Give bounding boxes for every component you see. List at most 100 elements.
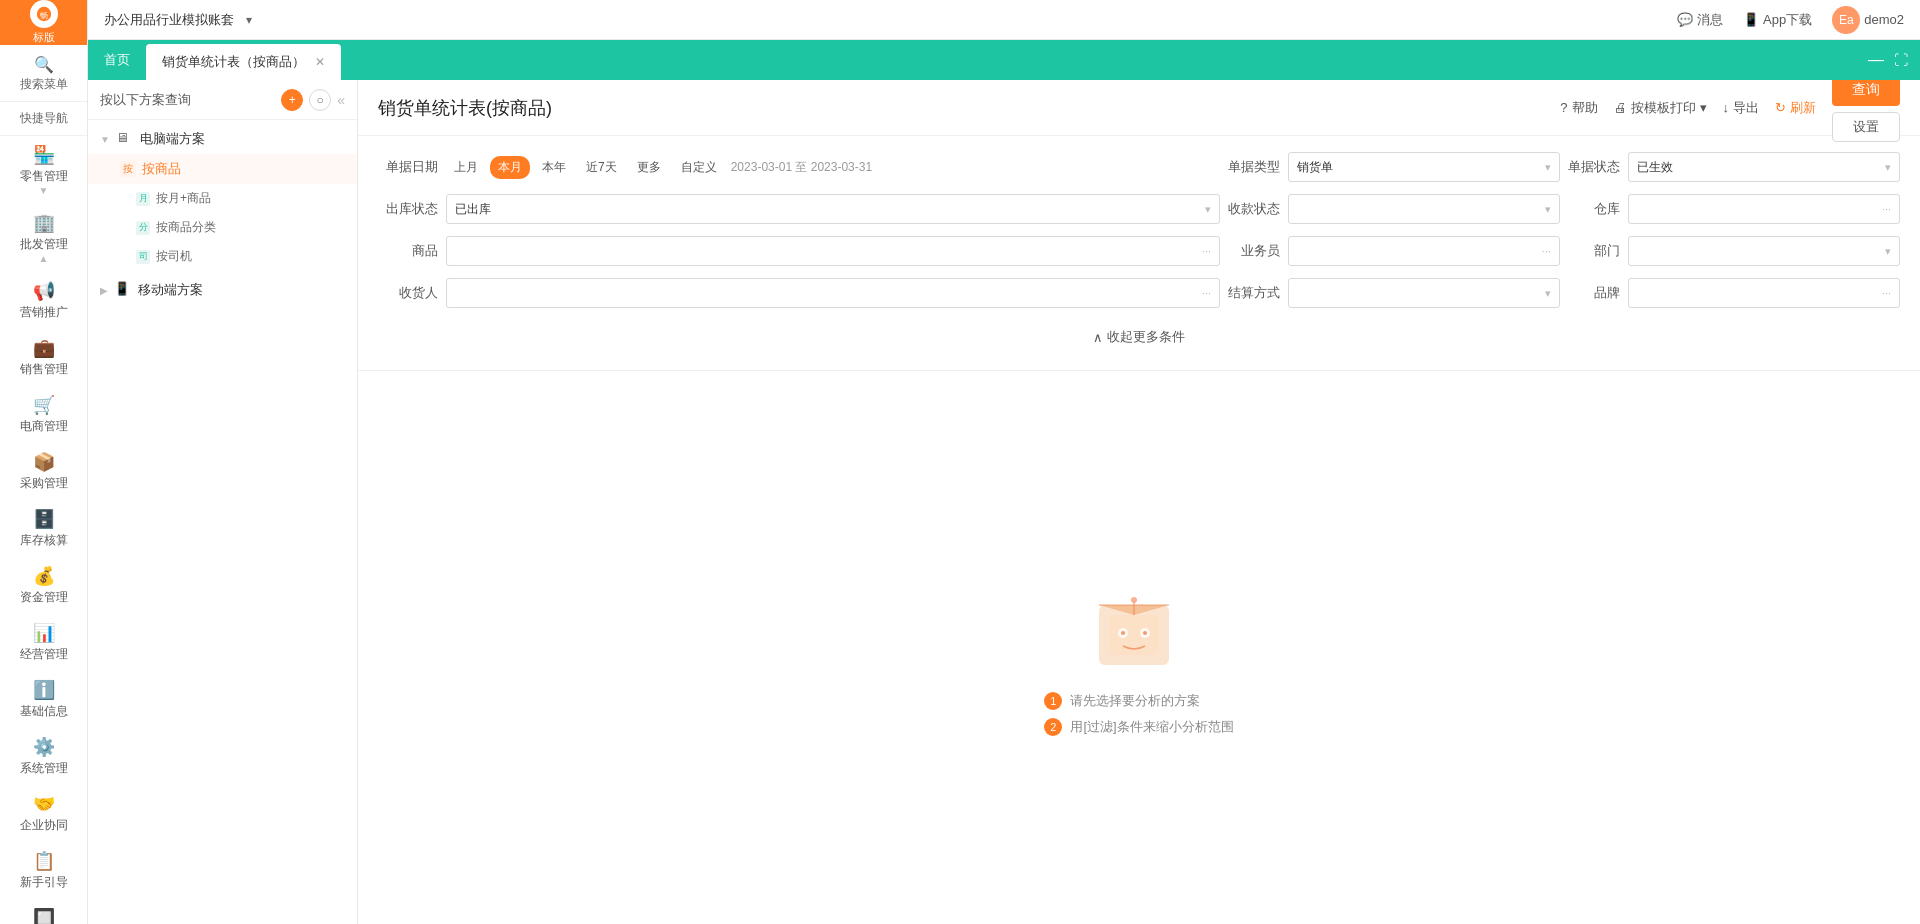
tab-home-label: 首页 (104, 51, 130, 69)
scheme-mobile-group[interactable]: ▶ 📱 移动端方案 (88, 275, 357, 305)
out-status-value: 已出库 (455, 201, 491, 218)
app-download-btn[interactable]: 📱 App下载 (1743, 11, 1812, 29)
help-btn[interactable]: ? 帮助 (1560, 99, 1597, 117)
help-icon: ? (1560, 100, 1567, 115)
sidebar-item-marketing[interactable]: 📢 营销推广 (0, 272, 87, 329)
sidebar-item-apps[interactable]: 🔲 应用中心 (0, 899, 87, 924)
scheme-item-goods-category[interactable]: 分 按商品分类 (88, 213, 357, 242)
refresh-btn[interactable]: ↻ 刷新 (1775, 99, 1816, 117)
empty-tips: 1 请先选择要分析的方案 2 用[过滤]条件来缩小分析范围 (1044, 692, 1233, 736)
brand-select[interactable]: ··· (1628, 278, 1900, 308)
scheme-computer-header[interactable]: ▼ 🖥 电脑端方案 (88, 124, 357, 154)
empty-state: 1 请先选择要分析的方案 2 用[过滤]条件来缩小分析范围 (358, 371, 1920, 924)
user-profile[interactable]: Ea demo2 (1832, 6, 1904, 34)
scheme-subitem-icon-3: 司 (136, 250, 150, 264)
receiver-field: 收货人 ··· (378, 278, 1220, 308)
sidebar-item-guide[interactable]: 📋 新手引导 (0, 842, 87, 899)
sidebar-item-system-label: 系统管理 (20, 760, 68, 777)
collapse-btn[interactable]: ∧ 收起更多条件 (378, 320, 1900, 354)
sidebar-item-ecommerce[interactable]: 🛒 电商管理 (0, 386, 87, 443)
empty-illustration (1079, 560, 1199, 680)
sidebar-item-finance[interactable]: 💰 资金管理 (0, 557, 87, 614)
refresh-icon: ↻ (1775, 100, 1786, 115)
out-status-label: 出库状态 (378, 200, 438, 218)
date-this-month[interactable]: 本月 (490, 156, 530, 179)
date-last-month[interactable]: 上月 (446, 156, 486, 179)
tab-sales-stats[interactable]: 销货单统计表（按商品） ✕ (146, 44, 341, 80)
page-title: 销货单统计表(按商品) (378, 96, 552, 120)
search-menu-label: 搜索菜单 (20, 76, 68, 93)
date-custom[interactable]: 自定义 (673, 156, 725, 179)
query-btn[interactable]: 查询 (1832, 80, 1900, 106)
quick-nav[interactable]: 快捷导航 (0, 102, 87, 136)
dept-select[interactable]: ▾ (1628, 236, 1900, 266)
search-menu[interactable]: 🔍 搜索菜单 (0, 45, 87, 102)
svg-point-10 (1131, 597, 1137, 603)
doc-status-select[interactable]: 已生效 ▾ (1628, 152, 1900, 182)
scheme-item-by-goods[interactable]: 按 按商品 (88, 154, 357, 184)
header-dropdown[interactable]: ▾ (246, 13, 252, 27)
date-7days[interactable]: 近7天 (578, 156, 625, 179)
doc-type-select[interactable]: 销货单 ▾ (1288, 152, 1560, 182)
export-btn[interactable]: ↓ 导出 (1723, 99, 1760, 117)
scheme-panel: 按以下方案查询 + ○ « ▼ 🖥 电脑端方案 按 按商品 (88, 80, 358, 924)
tab-home[interactable]: 首页 (88, 40, 146, 80)
out-status-select[interactable]: 已出库 ▾ (446, 194, 1220, 224)
receiver-select[interactable]: ··· (446, 278, 1220, 308)
sidebar-item-wholesale[interactable]: 🏢 批发管理 ▲ (0, 204, 87, 272)
inventory-icon: 🗄️ (33, 508, 55, 530)
scheme-header-actions: + ○ « (281, 89, 345, 111)
goods-select[interactable]: ··· (446, 236, 1220, 266)
salesman-arrow: ··· (1542, 245, 1551, 257)
sidebar-item-retail[interactable]: 🏪 零售管理 ▼ (0, 136, 87, 204)
goods-arrow: ··· (1202, 245, 1211, 257)
brand-field: 品牌 ··· (1560, 278, 1900, 308)
template-print-btn[interactable]: 🖨 按模板打印 ▾ (1614, 99, 1707, 117)
collect-status-label: 收款状态 (1220, 200, 1280, 218)
filter-actions: ? 帮助 🖨 按模板打印 ▾ ↓ 导出 ↻ 刷新 (1560, 80, 1900, 142)
scheme-add-btn[interactable]: + (281, 89, 303, 111)
mobile-group-arrow: ▶ (100, 285, 108, 296)
maximize-window-btn[interactable]: ⛶ (1894, 52, 1908, 68)
settle-select[interactable]: ▾ (1288, 278, 1560, 308)
retail-icon: 🏪 (33, 144, 55, 166)
settle-label: 结算方式 (1220, 284, 1280, 302)
sidebar-item-inventory[interactable]: 🗄️ 库存核算 (0, 500, 87, 557)
sidebar-item-inventory-label: 库存核算 (20, 532, 68, 549)
scheme-collapse-btn[interactable]: « (337, 92, 345, 108)
wholesale-icon: 🏢 (33, 212, 55, 234)
sidebar-item-finance-label: 资金管理 (20, 589, 68, 606)
salesman-select[interactable]: ··· (1288, 236, 1560, 266)
date-this-year[interactable]: 本年 (534, 156, 574, 179)
print-dropdown-arrow[interactable]: ▾ (1700, 100, 1707, 115)
content-area: 按以下方案查询 + ○ « ▼ 🖥 电脑端方案 按 按商品 (88, 80, 1920, 924)
minimize-window-btn[interactable]: — (1868, 51, 1884, 69)
sidebar-item-basic[interactable]: ℹ️ 基础信息 (0, 671, 87, 728)
brand-label: 品牌 (1560, 284, 1620, 302)
export-icon: ↓ (1723, 100, 1730, 115)
download-icon: 📱 (1743, 12, 1759, 27)
collect-status-select[interactable]: ▾ (1288, 194, 1560, 224)
warehouse-select[interactable]: ··· (1628, 194, 1900, 224)
sidebar-item-system[interactable]: ⚙️ 系统管理 (0, 728, 87, 785)
scheme-item-month-goods[interactable]: 月 按月+商品 (88, 184, 357, 213)
sidebar-item-sales[interactable]: 💼 销售管理 (0, 329, 87, 386)
date-more[interactable]: 更多 (629, 156, 669, 179)
warehouse-arrow: ··· (1882, 203, 1891, 215)
sidebar-item-sales-label: 销售管理 (20, 361, 68, 378)
marketing-icon: 📢 (33, 280, 55, 302)
doc-status-value: 已生效 (1637, 159, 1673, 176)
doc-status-label: 单据状态 (1560, 158, 1620, 176)
enterprise-icon: 🤝 (33, 793, 55, 815)
scheme-edit-btn[interactable]: ○ (309, 89, 331, 111)
out-status-arrow: ▾ (1205, 203, 1211, 216)
filter-row-2: 出库状态 已出库 ▾ 收款状态 ▾ 仓库 (378, 194, 1900, 224)
tab-close-btn[interactable]: ✕ (315, 55, 325, 69)
sidebar-logo[interactable]: 畅 标版 (0, 0, 88, 45)
scheme-item-driver[interactable]: 司 按司机 (88, 242, 357, 271)
goods-field: 商品 ··· (378, 236, 1220, 266)
sidebar-item-purchase[interactable]: 📦 采购管理 (0, 443, 87, 500)
sidebar-item-enterprise[interactable]: 🤝 企业协同 (0, 785, 87, 842)
message-btn[interactable]: 💬 消息 (1677, 11, 1723, 29)
sidebar-item-operation[interactable]: 📊 经营管理 (0, 614, 87, 671)
